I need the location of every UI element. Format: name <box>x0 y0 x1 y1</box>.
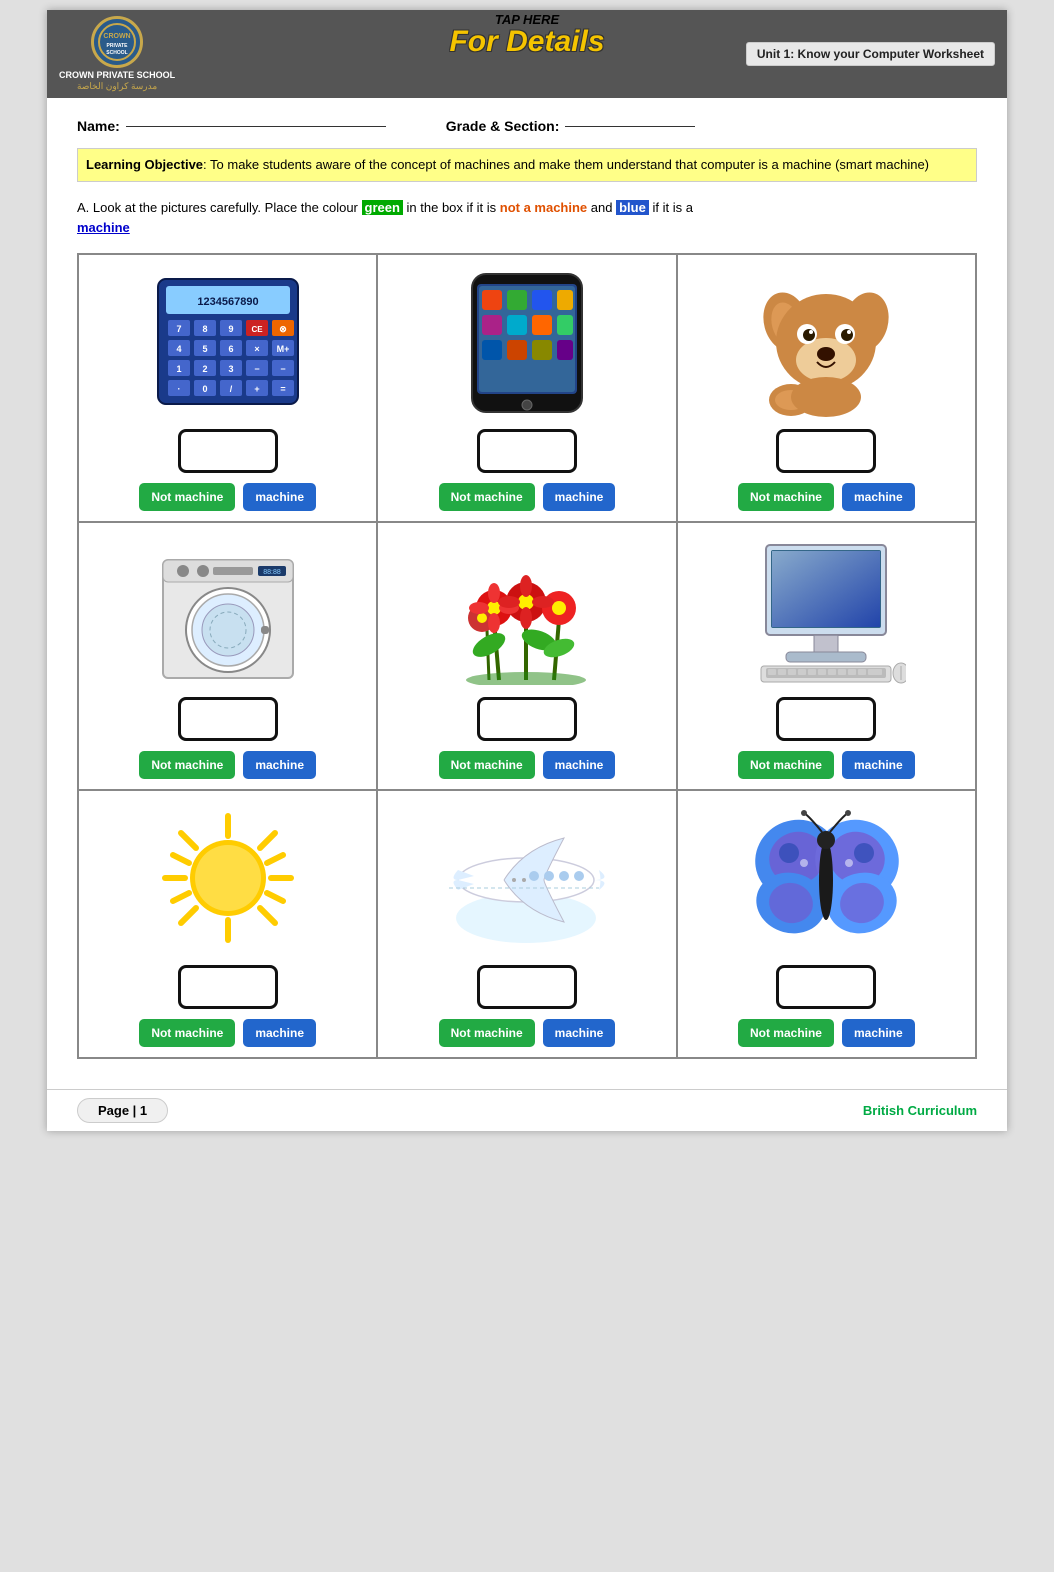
not-machine-btn-calculator[interactable]: Not machine <box>139 483 235 511</box>
instruction-letter: A. <box>77 200 89 215</box>
svg-text:CE: CE <box>251 325 263 334</box>
svg-text:1234567890: 1234567890 <box>197 296 258 308</box>
answer-box-calculator <box>178 429 278 473</box>
svg-text:×: × <box>254 344 259 354</box>
not-machine-btn-sun[interactable]: Not machine <box>139 1019 235 1047</box>
grid-cell-butterfly: Not machine machine <box>677 790 976 1058</box>
grid-cell-airplane: Not machine machine <box>377 790 676 1058</box>
instruction-text-middle2: and <box>591 200 616 215</box>
machine-btn-airplane[interactable]: machine <box>543 1019 616 1047</box>
svg-text:6: 6 <box>228 344 233 354</box>
svg-text:+: + <box>254 384 259 394</box>
svg-text:1: 1 <box>176 364 181 374</box>
not-machine-btn-phone[interactable]: Not machine <box>439 483 535 511</box>
name-label: Name: <box>77 118 120 134</box>
tap-here-banner[interactable]: TAP HERE For Details <box>449 12 604 57</box>
instruction-text: A. Look at the pictures carefully. Place… <box>77 198 977 240</box>
svg-text:9: 9 <box>228 324 233 334</box>
grid-cell-phone: Not machine machine <box>377 254 676 522</box>
svg-text:CROWN: CROWN <box>103 33 130 40</box>
learning-obj-prefix: Learning Objective <box>86 157 203 172</box>
grid-cell-computer: Not machine machine <box>677 522 976 790</box>
svg-text:=: = <box>280 384 285 394</box>
grid-cell-dog: Not machine machine <box>677 254 976 522</box>
image-phone <box>437 269 617 419</box>
machine-btn-calculator[interactable]: machine <box>243 483 316 511</box>
name-line <box>126 126 386 127</box>
page-number: Page | 1 <box>77 1098 168 1123</box>
answer-box-dog <box>776 429 876 473</box>
school-name: CROWN PRIVATE SCHOOL <box>59 70 175 80</box>
grade-label: Grade & Section: <box>446 118 560 134</box>
page-footer: Page | 1 British Curriculum <box>47 1089 1007 1131</box>
image-computer <box>736 537 916 687</box>
image-butterfly <box>736 805 916 955</box>
machine-btn-flowers[interactable]: machine <box>543 751 616 779</box>
red-word: not a machine <box>500 200 587 215</box>
machine-btn-dog[interactable]: machine <box>842 483 915 511</box>
learning-objective: Learning Objective: To make students awa… <box>77 148 977 182</box>
image-grid: 1234567890 7 8 9 CE <box>77 253 977 1059</box>
machine-link[interactable]: machine <box>77 220 130 235</box>
image-washer: 88:88 <box>138 537 318 687</box>
answer-box-computer <box>776 697 876 741</box>
learning-obj-text: : To make students aware of the concept … <box>203 157 929 172</box>
answer-box-flowers <box>477 697 577 741</box>
blue-word: blue <box>616 200 649 215</box>
svg-text:88:88: 88:88 <box>263 569 281 576</box>
machine-btn-computer[interactable]: machine <box>842 751 915 779</box>
machine-btn-phone[interactable]: machine <box>543 483 616 511</box>
not-machine-btn-airplane[interactable]: Not machine <box>439 1019 535 1047</box>
svg-text:3: 3 <box>228 364 233 374</box>
page-header: CROWN PRIVATE SCHOOL CROWN PRIVATE SCHOO… <box>47 10 1007 98</box>
instruction-text-after: if it is a <box>652 200 692 215</box>
curriculum-label: British Curriculum <box>863 1103 977 1118</box>
machine-btn-washer[interactable]: machine <box>243 751 316 779</box>
svg-text:5: 5 <box>202 344 207 354</box>
image-dog <box>736 269 916 419</box>
grid-cell-flowers: Not machine machine <box>377 522 676 790</box>
svg-text:M+: M+ <box>276 344 289 354</box>
instruction-text-middle: in the box if it is <box>407 200 500 215</box>
answer-box-butterfly <box>776 965 876 1009</box>
svg-text:4: 4 <box>176 344 181 354</box>
answer-box-airplane <box>477 965 577 1009</box>
logo-area: CROWN PRIVATE SCHOOL CROWN PRIVATE SCHOO… <box>59 16 175 92</box>
svg-text:0: 0 <box>202 384 207 394</box>
school-arabic: مدرسة كراون الخاصة <box>77 81 157 92</box>
svg-text:8: 8 <box>202 324 207 334</box>
image-sun <box>138 805 318 955</box>
image-calculator: 1234567890 7 8 9 CE <box>138 269 318 419</box>
svg-text:·: · <box>177 384 180 394</box>
grade-line <box>565 126 695 127</box>
machine-btn-sun[interactable]: machine <box>243 1019 316 1047</box>
image-airplane <box>437 805 617 955</box>
svg-text:PRIVATE: PRIVATE <box>107 43 129 49</box>
answer-box-washer <box>178 697 278 741</box>
svg-text:7: 7 <box>176 324 181 334</box>
not-machine-btn-butterfly[interactable]: Not machine <box>738 1019 834 1047</box>
instruction-text-before: Look at the pictures carefully. Place th… <box>93 200 362 215</box>
machine-btn-butterfly[interactable]: machine <box>842 1019 915 1047</box>
not-machine-btn-dog[interactable]: Not machine <box>738 483 834 511</box>
svg-text:2: 2 <box>202 364 207 374</box>
grid-cell-washer: 88:88 <box>78 522 377 790</box>
image-flowers <box>437 537 617 687</box>
not-machine-btn-washer[interactable]: Not machine <box>139 751 235 779</box>
grid-cell-sun: Not machine machine <box>78 790 377 1058</box>
answer-box-sun <box>178 965 278 1009</box>
not-machine-btn-flowers[interactable]: Not machine <box>439 751 535 779</box>
svg-text:−: − <box>254 364 259 374</box>
school-logo: CROWN PRIVATE SCHOOL <box>91 16 143 68</box>
svg-text:SCHOOL: SCHOOL <box>106 50 127 56</box>
for-details-label: For Details <box>449 27 604 57</box>
grid-cell-calculator: 1234567890 7 8 9 CE <box>78 254 377 522</box>
worksheet-title: Unit 1: Know your Computer Worksheet <box>746 42 995 66</box>
name-row: Name: Grade & Section: <box>77 118 977 134</box>
not-machine-btn-computer[interactable]: Not machine <box>738 751 834 779</box>
answer-box-phone <box>477 429 577 473</box>
svg-text:−: − <box>280 364 285 374</box>
svg-text:⊗: ⊗ <box>279 324 287 334</box>
green-word: green <box>362 200 403 215</box>
